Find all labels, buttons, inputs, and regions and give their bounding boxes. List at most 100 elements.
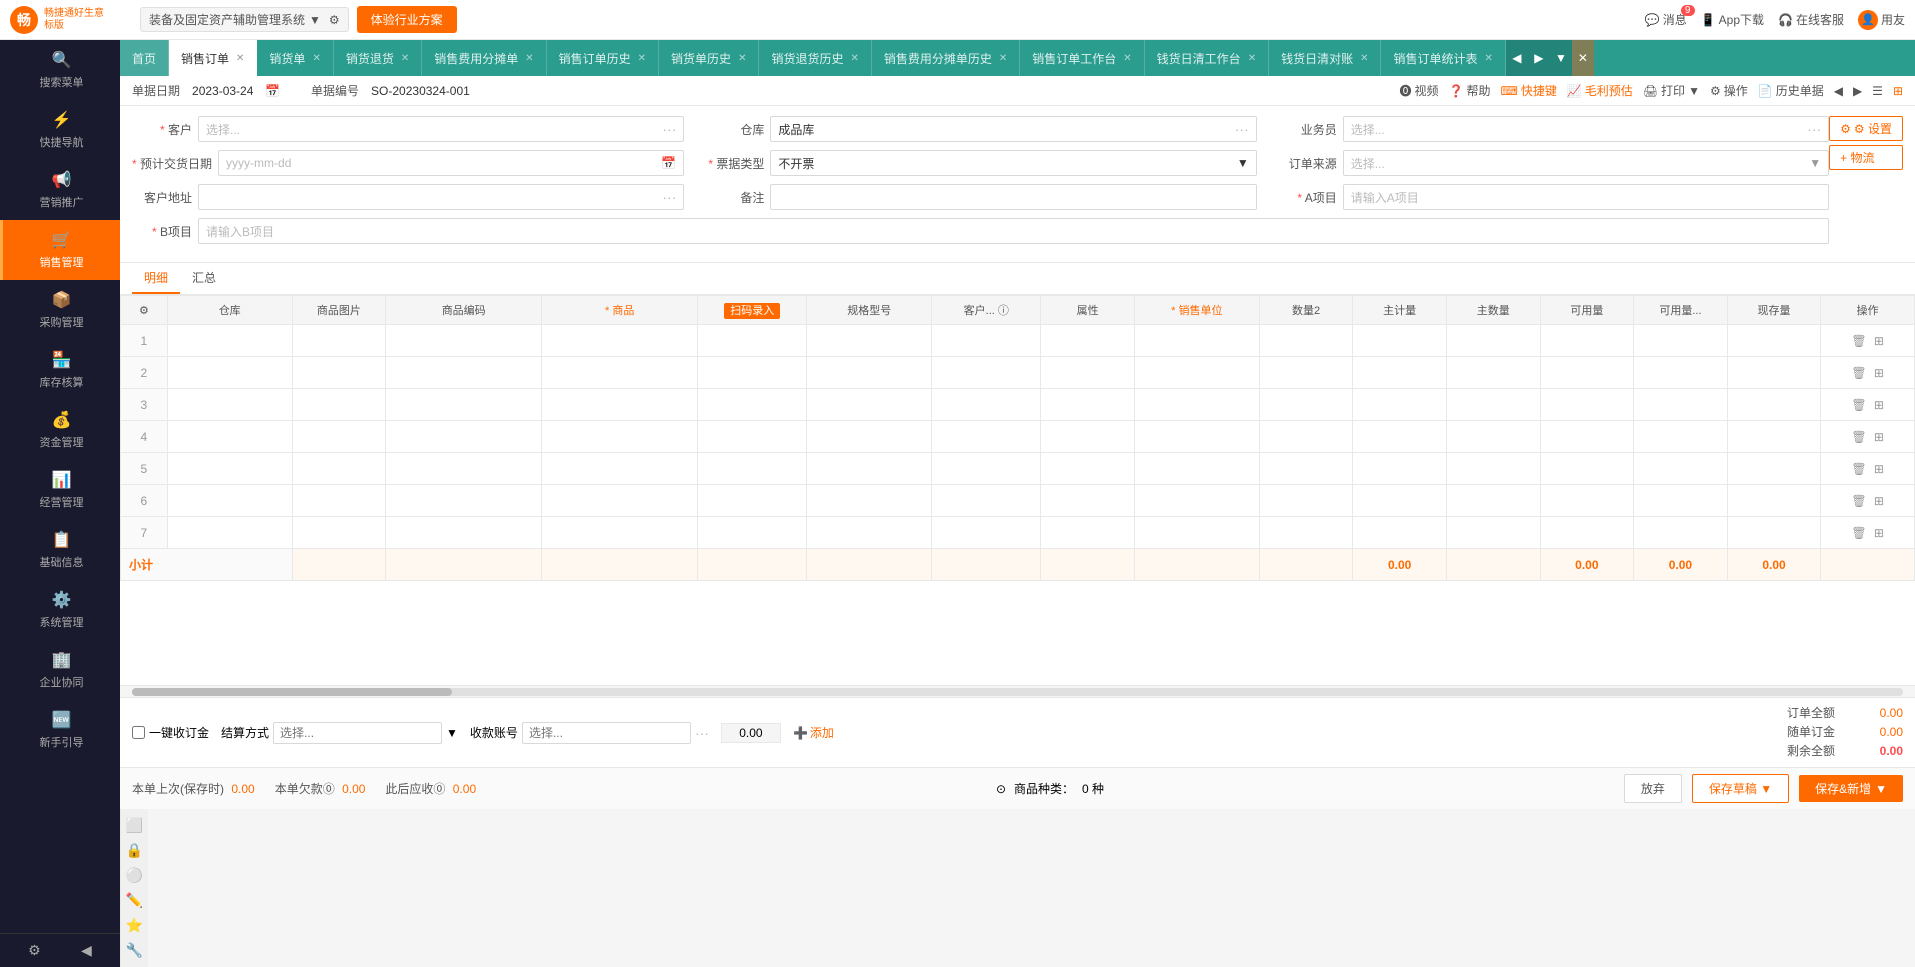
th-main-unit[interactable]: 主计量 [1353, 296, 1447, 325]
rp-icon-4[interactable]: ✏️ [126, 892, 143, 909]
tab-slip-history[interactable]: 销货单历史 ✕ [659, 40, 759, 76]
row-stock[interactable] [1727, 357, 1821, 389]
sidebar-item-finance[interactable]: 💰 资金管理 [0, 400, 120, 460]
discard-btn[interactable]: 放弃 [1624, 774, 1682, 803]
view-btn[interactable]: ⓿ 视频 [1400, 82, 1439, 99]
row-main-unit[interactable] [1353, 453, 1447, 485]
row-delete-btn[interactable]: 🗑 [1851, 526, 1866, 540]
row-warehouse[interactable] [167, 357, 292, 389]
tab-expense-history[interactable]: 销售费用分摊单历史 ✕ [872, 40, 1020, 76]
th-img[interactable]: 商品图片 [292, 296, 386, 325]
row-attr[interactable] [1041, 325, 1135, 357]
th-cust[interactable]: 客户... ⓘ [932, 296, 1041, 325]
row-avail[interactable] [1540, 517, 1634, 549]
row-delete-btn[interactable]: 🗑 [1851, 398, 1866, 412]
scroll-thumb[interactable] [132, 688, 452, 696]
detail-tab-summary[interactable]: 汇总 [180, 263, 228, 294]
row-copy-btn[interactable]: ⊞ [1874, 494, 1884, 508]
th-unit[interactable]: * 销售单位 [1134, 296, 1259, 325]
tab-home[interactable]: 首页 [120, 40, 169, 76]
row-attr[interactable] [1041, 389, 1135, 421]
account-input[interactable] [522, 722, 691, 744]
th-stock[interactable]: 现存量 [1727, 296, 1821, 325]
delivery-date-input[interactable]: yyyy-mm-dd 📅 [218, 150, 684, 176]
tab-sales-slip[interactable]: 销货单 ✕ [257, 40, 333, 76]
settlement-method-input[interactable] [273, 722, 442, 744]
tab-reconcile[interactable]: 钱货日清对账 ✕ [1269, 40, 1381, 76]
sidebar-item-enterprise[interactable]: 🏢 企业协同 [0, 640, 120, 700]
row-attr[interactable] [1041, 485, 1135, 517]
sidebar-item-marketing[interactable]: 📢 营销推广 [0, 160, 120, 220]
row-stock[interactable] [1727, 389, 1821, 421]
tab-close-order-history[interactable]: ✕ [638, 53, 646, 64]
th-main-qty[interactable]: 主数量 [1446, 296, 1540, 325]
date-picker-icon[interactable]: 📅 [661, 156, 676, 170]
history-btn[interactable]: 📄 历史单据 [1758, 82, 1824, 99]
row-delete-btn[interactable]: 🗑 [1851, 334, 1866, 348]
row-avail[interactable] [1540, 421, 1634, 453]
rp-icon-2[interactable]: 🔒 [126, 842, 143, 859]
settings-action-btn[interactable]: ⚙ ⚙ 设置 [1829, 116, 1903, 141]
industry-btn[interactable]: 体验行业方案 [357, 6, 457, 33]
row-code[interactable] [386, 325, 542, 357]
staff-input[interactable]: 选择... ··· [1343, 116, 1829, 142]
row-cust[interactable] [932, 517, 1041, 549]
row-main-unit[interactable] [1353, 485, 1447, 517]
row-qty2[interactable] [1259, 485, 1353, 517]
row-main-qty[interactable] [1446, 357, 1540, 389]
row-main-qty[interactable] [1446, 485, 1540, 517]
row-attr[interactable] [1041, 357, 1135, 389]
row-main-qty[interactable] [1446, 421, 1540, 453]
row-code[interactable] [386, 421, 542, 453]
row-spec[interactable] [807, 453, 932, 485]
th-warehouse[interactable]: 仓库 [167, 296, 292, 325]
row-code[interactable] [386, 517, 542, 549]
th-qty2[interactable]: 数量2 [1259, 296, 1353, 325]
row-unit[interactable] [1134, 453, 1259, 485]
add-material-btn[interactable]: + 物流 [1829, 145, 1903, 170]
row-avail[interactable] [1540, 325, 1634, 357]
row-main-qty[interactable] [1446, 325, 1540, 357]
warehouse-input[interactable]: 成品库 ··· [770, 116, 1256, 142]
sidebar-item-baseinfo[interactable]: 📋 基础信息 [0, 520, 120, 580]
row-product[interactable] [542, 389, 698, 421]
tab-close-expense-history[interactable]: ✕ [999, 53, 1007, 64]
row-delete-btn[interactable]: 🗑 [1851, 366, 1866, 380]
nav-right-btn[interactable]: ▶ [1853, 84, 1862, 98]
sidebar-item-inventory[interactable]: 🏪 库存核算 [0, 340, 120, 400]
row-main-unit[interactable] [1353, 325, 1447, 357]
row-avail2[interactable] [1634, 325, 1728, 357]
row-warehouse[interactable] [167, 517, 292, 549]
tab-close-return-history[interactable]: ✕ [850, 53, 858, 64]
row-main-qty[interactable] [1446, 453, 1540, 485]
row-unit[interactable] [1134, 357, 1259, 389]
row-cust[interactable] [932, 325, 1041, 357]
row-delete-btn[interactable]: 🗑 [1851, 494, 1866, 508]
tab-close-all-btn[interactable]: ✕ [1572, 40, 1594, 76]
tab-close-daily-clear[interactable]: ✕ [1248, 53, 1256, 64]
user-avatar[interactable]: 👤 用友 [1858, 10, 1905, 30]
row-cust[interactable] [932, 357, 1041, 389]
address-input[interactable]: ··· [198, 184, 684, 210]
quick-settlement-checkbox[interactable] [132, 726, 145, 739]
row-stock[interactable] [1727, 421, 1821, 453]
tab-prev-btn[interactable]: ◀ [1506, 40, 1528, 76]
row-cust[interactable] [932, 389, 1041, 421]
row-product[interactable] [542, 517, 698, 549]
tab-next-btn[interactable]: ▶ [1528, 40, 1550, 76]
tab-close-slip-history[interactable]: ✕ [738, 53, 746, 64]
save-new-btn[interactable]: 保存&新增 ▼ [1799, 775, 1903, 802]
row-code[interactable] [386, 357, 542, 389]
nav-left-btn[interactable]: ◀ [1834, 84, 1843, 98]
row-copy-btn[interactable]: ⊞ [1874, 334, 1884, 348]
row-unit[interactable] [1134, 485, 1259, 517]
row-avail2[interactable] [1634, 485, 1728, 517]
save-draft-btn[interactable]: 保存草稿 ▼ [1692, 774, 1789, 803]
sidebar-settings-btn[interactable]: ⚙ [28, 942, 41, 959]
tab-close-return[interactable]: ✕ [401, 53, 409, 64]
row-avail[interactable] [1540, 485, 1634, 517]
tab-expense[interactable]: 销售费用分摊单 ✕ [422, 40, 546, 76]
row-unit[interactable] [1134, 389, 1259, 421]
tab-close-sales-order[interactable]: ✕ [236, 53, 244, 64]
tab-order-history[interactable]: 销售订单历史 ✕ [547, 40, 659, 76]
